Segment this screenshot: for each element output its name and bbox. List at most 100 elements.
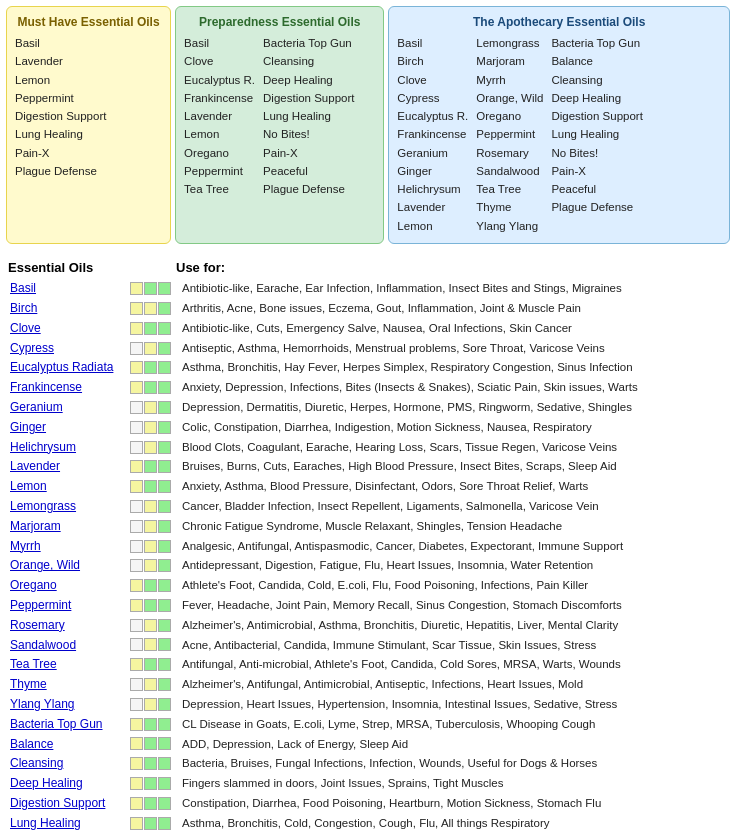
list-item: Rosemary (476, 145, 543, 162)
color-box (158, 817, 171, 830)
oil-link[interactable]: Tea Tree (10, 657, 57, 671)
color-boxes (130, 322, 174, 335)
table-header: Essential Oils Use for: (8, 256, 728, 279)
oil-link[interactable]: Sandalwood (10, 638, 76, 652)
list-item: Peaceful (551, 181, 642, 198)
color-box (130, 520, 143, 533)
oil-link[interactable]: Deep Healing (10, 776, 83, 790)
oil-link[interactable]: Digestion Support (10, 796, 105, 810)
blue-col3: Bacteria Top GunBalanceCleansingDeep Hea… (551, 35, 642, 235)
table-row: Rosemary Alzheimer's, Antimicrobial, Asth… (8, 615, 728, 635)
list-item: Plague Defense (15, 163, 106, 180)
table-row: Eucalyptus Radiata Asthma, Bronchitis, Ha… (8, 358, 728, 378)
oil-link[interactable]: Geranium (10, 400, 63, 414)
use-text: Constipation, Diarrhea, Food Poisoning, … (178, 797, 601, 809)
list-item: Peppermint (184, 163, 255, 180)
table-row: HelichrysumBlood Clots, Coagulant, Earac… (8, 437, 728, 457)
list-item: Balance (551, 53, 642, 70)
oil-link[interactable]: Lavender (10, 459, 60, 473)
oil-link[interactable]: Orange, Wild (10, 558, 80, 572)
color-boxes (130, 757, 174, 770)
color-box (130, 381, 143, 394)
list-item: Pain-X (263, 145, 354, 162)
color-box (158, 342, 171, 355)
use-text: Alzheimer's, Antimicrobial, Asthma, Bron… (178, 619, 618, 631)
use-text: Arthritis, Acne, Bone issues, Eczema, Go… (178, 302, 581, 314)
oil-link[interactable]: Lemon (10, 479, 47, 493)
oil-link[interactable]: Balance (10, 737, 53, 751)
table-row: Lung HealingAsthma, Bronchitis, Cold, Co… (8, 813, 728, 833)
color-boxes (130, 718, 174, 731)
list-item: Plague Defense (551, 199, 642, 216)
oil-link[interactable]: Marjoram (10, 519, 61, 533)
color-box (158, 619, 171, 632)
main-section: Essential Oils Use for: Basil Antibiotic-… (0, 250, 736, 836)
color-box (144, 817, 157, 830)
list-item: Deep Healing (551, 90, 642, 107)
list-item: Oregano (476, 108, 543, 125)
oil-link[interactable]: Peppermint (10, 598, 71, 612)
use-text: Antibiotic-like, Earache, Ear Infection,… (178, 282, 622, 294)
color-boxes (130, 500, 174, 513)
color-box (144, 777, 157, 790)
oil-link[interactable]: Thyme (10, 677, 47, 691)
oil-link[interactable]: Rosemary (10, 618, 65, 632)
table-row: Tea TreeAntifungal, Anti-microbial, Athl… (8, 655, 728, 675)
use-text: Analgesic, Antifungal, Antispasmodic, Ca… (178, 540, 623, 552)
oil-link[interactable]: Ylang Ylang (10, 697, 75, 711)
color-box (158, 737, 171, 750)
oil-link[interactable]: Helichrysum (10, 440, 76, 454)
use-text: Bruises, Burns, Cuts, Earaches, High Blo… (178, 460, 617, 472)
oil-link[interactable]: Ginger (10, 420, 46, 434)
oil-link[interactable]: Cleansing (10, 756, 63, 770)
card-green: Preparedness Essential Oils BasilCloveEu… (175, 6, 384, 244)
use-text: Cancer, Bladder Infection, Insect Repell… (178, 500, 599, 512)
color-box (130, 797, 143, 810)
color-box (158, 421, 171, 434)
table-row: Lavender Bruises, Burns, Cuts, Earaches, … (8, 457, 728, 477)
table-row: CloveAntibiotic-like, Cuts, Emergency Sa… (8, 318, 728, 338)
list-item: Basil (15, 35, 106, 52)
use-text: Depression, Dermatitis, Diuretic, Herpes… (178, 401, 632, 413)
list-item: Cleansing (551, 72, 642, 89)
use-text: Asthma, Bronchitis, Hay Fever, Herpes Si… (178, 361, 633, 373)
oil-link[interactable]: Oregano (10, 578, 57, 592)
oil-link[interactable]: Lung Healing (10, 816, 81, 830)
list-item: Eucalyptus R. (397, 108, 468, 125)
list-item: Orange, Wild (476, 90, 543, 107)
color-box (144, 619, 157, 632)
color-box (158, 797, 171, 810)
card-green-title: Preparedness Essential Oils (184, 15, 375, 29)
oil-link[interactable]: Birch (10, 301, 37, 315)
list-item: No Bites! (263, 126, 354, 143)
use-text: ADD, Depression, Lack of Energy, Sleep A… (178, 738, 408, 750)
list-item: Helichrysum (397, 181, 468, 198)
oil-link[interactable]: Eucalyptus Radiata (10, 360, 113, 374)
table-row: Lemongrass Cancer, Bladder Infection, Ins… (8, 497, 728, 517)
list-item: Lemon (15, 72, 106, 89)
color-boxes (130, 401, 174, 414)
oil-link[interactable]: Myrrh (10, 539, 41, 553)
color-box (130, 579, 143, 592)
color-box (130, 441, 143, 454)
oil-link[interactable]: Bacteria Top Gun (10, 717, 103, 731)
color-boxes (130, 421, 174, 434)
list-item: Peaceful (263, 163, 354, 180)
color-box (144, 540, 157, 553)
list-item: Birch (397, 53, 468, 70)
list-item: Lemon (397, 218, 468, 235)
list-item: Basil (184, 35, 255, 52)
oil-link[interactable]: Cypress (10, 341, 54, 355)
list-item: Peppermint (15, 90, 106, 107)
color-boxes (130, 698, 174, 711)
color-box (130, 638, 143, 651)
oil-link[interactable]: Clove (10, 321, 41, 335)
oil-link[interactable]: Lemongrass (10, 499, 76, 513)
oil-link[interactable]: Basil (10, 281, 36, 295)
color-box (144, 500, 157, 513)
list-item: Frankincense (184, 90, 255, 107)
list-item: Lemongrass (476, 35, 543, 52)
color-box (158, 441, 171, 454)
oil-link[interactable]: Frankincense (10, 380, 82, 394)
list-item: Marjoram (476, 53, 543, 70)
